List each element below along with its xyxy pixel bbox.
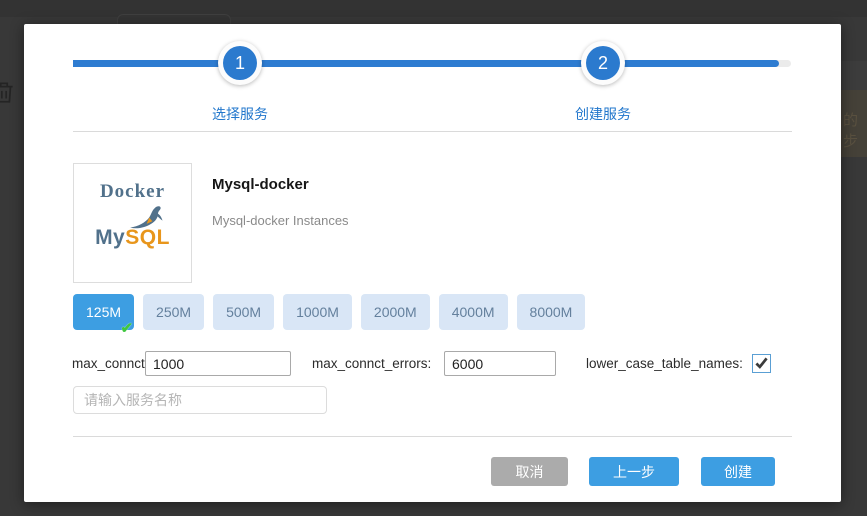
stepper-progress-fill xyxy=(73,60,779,67)
step-2-label: 创建服务 xyxy=(575,106,631,122)
footer-actions: 取消 上一步 创建 xyxy=(491,457,775,486)
service-name-input[interactable] xyxy=(73,386,327,414)
cancel-button[interactable]: 取消 xyxy=(491,457,568,486)
clipped-background-text: 步 xyxy=(843,133,859,150)
max-connections-input[interactable] xyxy=(145,351,291,376)
selected-check-icon: ✔ xyxy=(120,320,134,337)
previous-step-button[interactable]: 上一步 xyxy=(589,457,679,486)
memory-option-250m[interactable]: 250M xyxy=(143,294,205,330)
mysql-logo-my: My xyxy=(95,226,126,249)
dimmed-background-band xyxy=(841,61,867,90)
mysql-logo-sql: SQL xyxy=(125,226,170,249)
max-connect-errors-input[interactable] xyxy=(444,351,556,376)
step-1-circle[interactable]: 1 xyxy=(218,41,262,85)
mysql-logo-text: MySQL xyxy=(95,226,170,250)
step-2-number: 2 xyxy=(586,46,620,80)
stepper-divider xyxy=(73,131,792,132)
memory-option-8000m[interactable]: 8000M xyxy=(516,294,586,330)
clipped-background-text: 的 xyxy=(843,112,859,129)
lower-case-table-names-label: lower_case_table_names: xyxy=(586,356,743,371)
memory-option-125m[interactable]: 125M ✔ xyxy=(73,294,135,337)
create-service-modal: 1 2 选择服务 创建服务 Docker MySQL Mysql-docker … xyxy=(24,24,841,502)
lower-case-table-names-checkbox[interactable] xyxy=(752,354,771,373)
service-title: Mysql-docker xyxy=(212,176,309,193)
parameters-row: max_connctions: max_connct_errors: lower… xyxy=(24,351,841,377)
service-subtitle: Mysql-docker Instances xyxy=(212,213,349,228)
memory-option-4000m[interactable]: 4000M xyxy=(438,294,508,330)
step-1-label: 选择服务 xyxy=(212,106,268,122)
max-connect-errors-label: max_connct_errors: xyxy=(312,356,432,371)
step-2-circle[interactable]: 2 xyxy=(581,41,625,85)
docker-logo-text: Docker xyxy=(99,181,166,202)
footer-divider xyxy=(73,436,792,437)
stepper-track xyxy=(73,60,791,67)
memory-option-2000m[interactable]: 2000M xyxy=(360,294,430,330)
memory-size-options: 125M ✔ 250M 500M 1000M 2000M 4000M 8000M xyxy=(73,294,586,337)
memory-option-500m[interactable]: 500M xyxy=(213,294,275,330)
memory-option-label: 125M xyxy=(86,304,122,320)
service-logo-card: Docker MySQL xyxy=(73,163,192,283)
step-1-number: 1 xyxy=(223,46,257,80)
trash-icon xyxy=(0,79,17,105)
memory-option-1000m[interactable]: 1000M xyxy=(283,294,352,330)
create-button[interactable]: 创建 xyxy=(701,457,775,486)
